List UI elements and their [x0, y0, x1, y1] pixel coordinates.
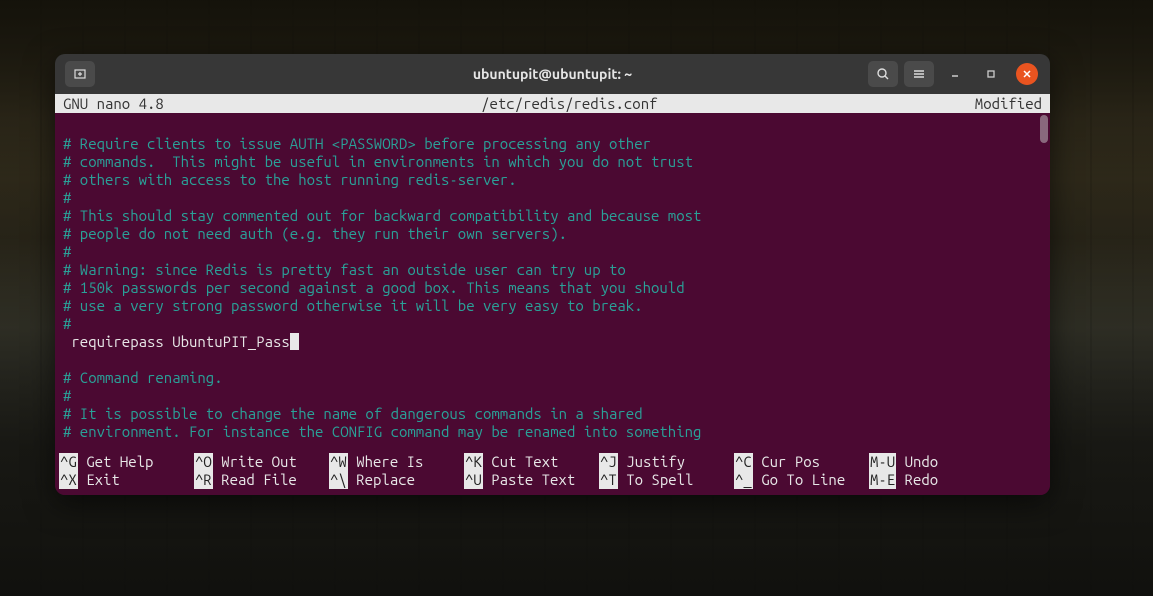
editor-line: # people do not need auth (e.g. they run…: [63, 225, 1050, 243]
shortcut-label: Justify: [618, 453, 685, 471]
shortcut-key: ^X: [59, 471, 78, 489]
shortcut-item: ^C Cur Pos: [734, 453, 869, 471]
editor-line: # Require clients to issue AUTH <PASSWOR…: [63, 135, 1050, 153]
window-titlebar[interactable]: ubuntupit@ubuntupit: ~: [55, 54, 1050, 94]
shortcut-item: ^J Justify: [599, 453, 734, 471]
shortcut-row: ^X Exit^R Read File^\ Replace^U Paste Te…: [59, 471, 1050, 489]
shortcut-key: ^_: [734, 471, 753, 489]
shortcut-label: Read File: [213, 471, 297, 489]
editor-line: # use a very strong password otherwise i…: [63, 297, 1050, 315]
shortcut-key: ^O: [194, 453, 213, 471]
shortcut-label: Get Help: [78, 453, 154, 471]
shortcut-label: Paste Text: [483, 471, 575, 489]
shortcut-item: ^R Read File: [194, 471, 329, 489]
shortcut-item: ^K Cut Text: [464, 453, 599, 471]
nano-modified-status: Modified: [975, 94, 1042, 113]
shortcut-label: Cut Text: [483, 453, 559, 471]
shortcut-label: Replace: [348, 471, 415, 489]
shortcut-key: ^U: [464, 471, 483, 489]
nano-file-path: /etc/redis/redis.conf: [164, 94, 975, 113]
nano-shortcut-bar: ^G Get Help^O Write Out^W Where Is^K Cut…: [55, 451, 1050, 495]
new-tab-button[interactable]: [65, 61, 95, 87]
editor-line: # 150k passwords per second against a go…: [63, 279, 1050, 297]
shortcut-label: Cur Pos: [753, 453, 820, 471]
shortcut-key: ^J: [599, 453, 618, 471]
editor-line: #: [63, 189, 1050, 207]
shortcut-key: M-E: [869, 471, 896, 489]
editor-line: # Command renaming.: [63, 369, 1050, 387]
shortcut-label: Undo: [896, 453, 938, 471]
editor-line: # This should stay commented out for bac…: [63, 207, 1050, 225]
editor-line: # environment. For instance the CONFIG c…: [63, 423, 1050, 441]
shortcut-label: Redo: [896, 471, 938, 489]
shortcut-item: M-E Redo: [869, 471, 979, 489]
shortcut-key: ^G: [59, 453, 78, 471]
shortcut-item: M-U Undo: [869, 453, 979, 471]
search-button[interactable]: [868, 61, 898, 87]
editor-line: #: [63, 315, 1050, 333]
shortcut-label: Where Is: [348, 453, 424, 471]
shortcut-label: Write Out: [213, 453, 297, 471]
shortcut-item: ^\ Replace: [329, 471, 464, 489]
editor-line: # commands. This might be useful in envi…: [63, 153, 1050, 171]
editor-line: requirepass UbuntuPIT_Pass: [63, 333, 1050, 351]
text-cursor: [290, 333, 299, 350]
scroll-thumb[interactable]: [1040, 115, 1048, 143]
nano-status-bar: GNU nano 4.8 /etc/redis/redis.conf Modif…: [55, 94, 1050, 113]
minimize-button[interactable]: [944, 63, 966, 85]
shortcut-key: M-U: [869, 453, 896, 471]
shortcut-item: ^G Get Help: [59, 453, 194, 471]
editor-line: [63, 351, 1050, 369]
terminal-window: ubuntupit@ubuntupit: ~ GNU nano 4.8 /etc…: [55, 54, 1050, 495]
editor-line: # It is possible to change the name of d…: [63, 405, 1050, 423]
shortcut-item: ^T To Spell: [599, 471, 734, 489]
shortcut-key: ^W: [329, 453, 348, 471]
shortcut-row: ^G Get Help^O Write Out^W Where Is^K Cut…: [59, 453, 1050, 471]
editor-line: # Warning: since Redis is pretty fast an…: [63, 261, 1050, 279]
shortcut-item: ^X Exit: [59, 471, 194, 489]
hamburger-menu-button[interactable]: [904, 61, 934, 87]
editor-line: # others with access to the host running…: [63, 171, 1050, 189]
shortcut-key: ^C: [734, 453, 753, 471]
shortcut-label: Exit: [78, 471, 120, 489]
shortcut-item: ^O Write Out: [194, 453, 329, 471]
shortcut-key: ^\: [329, 471, 348, 489]
shortcut-key: ^R: [194, 471, 213, 489]
editor-line: #: [63, 387, 1050, 405]
shortcut-key: ^K: [464, 453, 483, 471]
maximize-button[interactable]: [980, 63, 1002, 85]
shortcut-item: ^_ Go To Line: [734, 471, 869, 489]
nano-editor-area[interactable]: # Require clients to issue AUTH <PASSWOR…: [55, 113, 1050, 451]
shortcut-label: To Spell: [618, 471, 694, 489]
shortcut-item: ^U Paste Text: [464, 471, 599, 489]
shortcut-label: Go To Line: [753, 471, 845, 489]
scrollbar[interactable]: [1040, 113, 1048, 451]
editor-line: #: [63, 243, 1050, 261]
close-button[interactable]: [1016, 63, 1038, 85]
shortcut-key: ^T: [599, 471, 618, 489]
terminal-body[interactable]: GNU nano 4.8 /etc/redis/redis.conf Modif…: [55, 94, 1050, 495]
shortcut-item: ^W Where Is: [329, 453, 464, 471]
nano-app-name: GNU nano 4.8: [63, 94, 164, 113]
